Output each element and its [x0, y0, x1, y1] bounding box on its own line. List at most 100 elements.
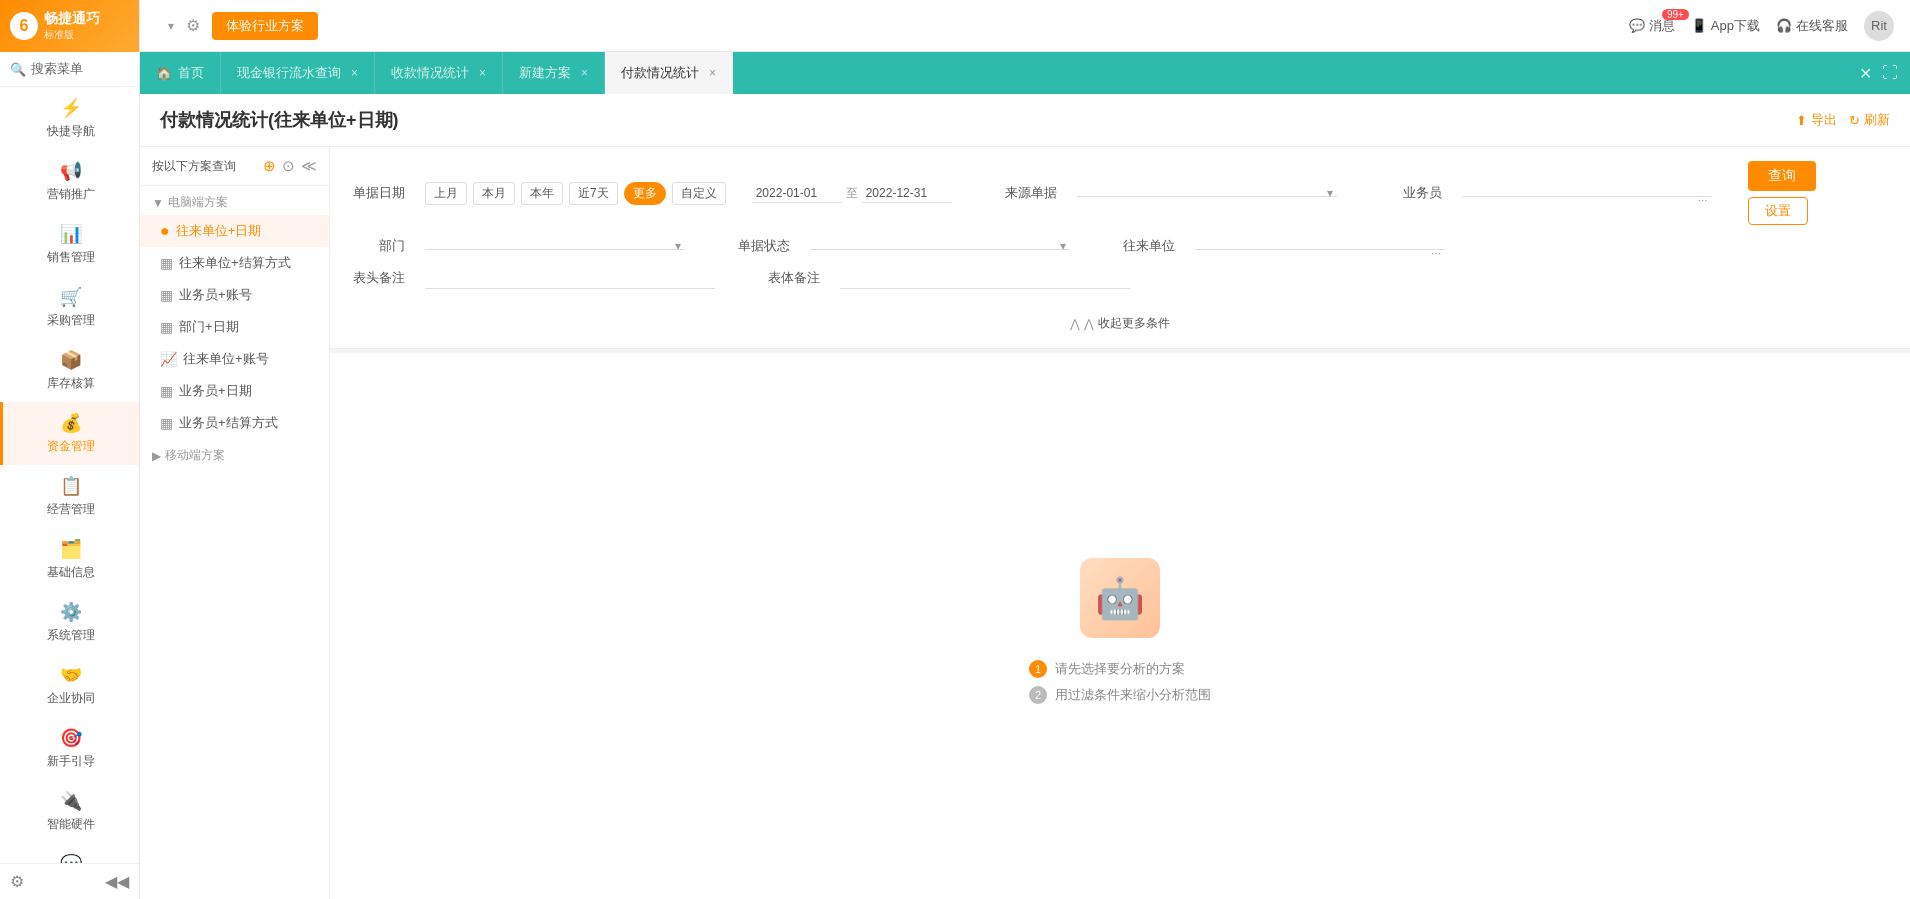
scheme-staff-account-label: 业务员+账号: [179, 286, 252, 304]
sidebar-item-basic-info[interactable]: 🗂️ 基础信息: [0, 528, 139, 591]
topbar-service[interactable]: 🎧 在线客服: [1776, 17, 1848, 35]
query-settings-wrap: 查询 设置: [1748, 161, 1828, 225]
date-btn-custom[interactable]: 自定义: [672, 182, 726, 205]
scheme-desktop-group[interactable]: ▼ 电脑端方案: [140, 186, 329, 215]
source-select[interactable]: ▾: [1077, 190, 1337, 197]
topbar-app[interactable]: 📱 App下载: [1691, 17, 1760, 35]
dept-select[interactable]: ▾: [425, 243, 685, 250]
query-button[interactable]: 查询: [1748, 161, 1816, 191]
tab-home-label: 首页: [178, 64, 204, 82]
scheme-item-unit-account[interactable]: 📈 往来单位+账号: [140, 343, 329, 375]
tab-payment-stats-close[interactable]: ×: [709, 66, 716, 80]
sidebar-item-inventory[interactable]: 📦 库存核算: [0, 339, 139, 402]
sidebar-item-enterprise[interactable]: 🤝 企业协同: [0, 654, 139, 717]
tab-receipt-stats[interactable]: 收款情况统计 ×: [375, 52, 503, 94]
empty-tip-2: 2 用过滤条件来缩小分析范围: [1029, 686, 1211, 704]
date-label: 单据日期: [350, 184, 405, 202]
staff-dots[interactable]: ···: [1698, 193, 1708, 207]
scheme-desktop-label: 电脑端方案: [168, 194, 228, 211]
scheme-staff-date-label: 业务员+日期: [179, 382, 252, 400]
export-button[interactable]: ⬆ 导出: [1796, 111, 1837, 129]
date-btn-this-month[interactable]: 本月: [473, 182, 515, 205]
date-input-range: 至: [752, 184, 952, 203]
scheme-item-staff-settlement[interactable]: ▦ 业务员+结算方式: [140, 407, 329, 439]
date-end-input[interactable]: [862, 184, 952, 203]
table-header-note-input[interactable]: [425, 267, 715, 289]
scheme-item-unit-date[interactable]: ● 往来单位+日期: [140, 215, 329, 247]
scheme-add-icon[interactable]: ⊕: [263, 157, 276, 175]
inventory-icon: 📦: [60, 349, 82, 371]
date-btn-last-month[interactable]: 上月: [425, 182, 467, 205]
filter-form: 单据日期 上月 本月 本年 近7天 更多 自定义 至: [330, 147, 1910, 349]
tab-receipt-stats-close[interactable]: ×: [479, 66, 486, 80]
avatar-initials: Rit: [1871, 18, 1887, 33]
sidebar-item-guide[interactable]: 🎯 新手引导: [0, 717, 139, 780]
logo-icon: 6: [10, 12, 38, 40]
collapse-button[interactable]: ⋀ ⋀ 收起更多条件: [1054, 309, 1185, 338]
scheme-settings-icon[interactable]: ⊙: [282, 157, 295, 175]
filter-area: 单据日期 上月 本月 本年 近7天 更多 自定义 至: [330, 147, 1910, 899]
sidebar-item-marketing[interactable]: 📢 营销推广: [0, 150, 139, 213]
sidebar-item-system[interactable]: ⚙️ 系统管理: [0, 591, 139, 654]
scheme-item-staff-date[interactable]: ▦ 业务员+日期: [140, 375, 329, 407]
tip-num-1: 1: [1029, 660, 1047, 678]
sidebar-bottom: ⚙ ◀◀: [0, 863, 139, 899]
tab-new-plan-close[interactable]: ×: [581, 66, 588, 80]
sidebar-settings-icon[interactable]: ⚙: [10, 872, 24, 891]
tab-bank-flow-close[interactable]: ×: [351, 66, 358, 80]
partner-label: 往来单位: [1120, 237, 1175, 255]
partner-dots[interactable]: ···: [1431, 246, 1441, 260]
scheme-icon-6: ▦: [160, 383, 173, 399]
main-area: ▾ ⚙ 体验行业方案 💬 消息 99+ 📱 App下载 🎧 在线客服 Rit: [140, 0, 1910, 899]
scheme-item-staff-account[interactable]: ▦ 业务员+账号: [140, 279, 329, 311]
tabbar-close-icon[interactable]: ✕: [1859, 64, 1872, 83]
tabbar-expand-icon[interactable]: ⛶: [1882, 64, 1898, 82]
table-body-note-input[interactable]: [840, 267, 1130, 289]
sidebar-item-wechat[interactable]: 💬 企业微信: [0, 843, 139, 863]
msg-badge: 99+: [1662, 9, 1689, 20]
scheme-mobile-group[interactable]: ▶ 移动端方案: [140, 439, 329, 468]
sidebar-item-hardware[interactable]: 🔌 智能硬件: [0, 780, 139, 843]
refresh-button[interactable]: ↻ 刷新: [1849, 111, 1890, 129]
date-btn-7days[interactable]: 近7天: [569, 182, 618, 205]
tab-payment-stats[interactable]: 付款情况统计 ×: [605, 52, 733, 94]
search-menu[interactable]: 🔍 搜索菜单: [0, 52, 139, 87]
doc-status-select[interactable]: ▾: [810, 243, 1070, 250]
app-icon: 📱: [1691, 18, 1707, 33]
sidebar-item-purchase[interactable]: 🛒 采购管理: [0, 276, 139, 339]
topbar-dropdown-icon[interactable]: ▾: [168, 19, 174, 33]
date-btn-this-year[interactable]: 本年: [521, 182, 563, 205]
scheme-staff-settlement-label: 业务员+结算方式: [179, 414, 278, 432]
scheme-item-unit-settlement[interactable]: ▦ 往来单位+结算方式: [140, 247, 329, 279]
sidebar-item-sales[interactable]: 📊 销售管理: [0, 213, 139, 276]
scheme-icon-4: ▦: [160, 319, 173, 335]
tab-bank-flow[interactable]: 现金银行流水查询 ×: [221, 52, 375, 94]
topbar-msg[interactable]: 💬 消息 99+: [1629, 17, 1675, 35]
trial-button[interactable]: 体验行业方案: [212, 12, 318, 40]
sidebar-item-quick-nav[interactable]: ⚡ 快捷导航: [0, 87, 139, 150]
user-avatar[interactable]: Rit: [1864, 11, 1894, 41]
scheme-collapse-icon[interactable]: ≪: [301, 157, 317, 175]
empty-tip-1: 1 请先选择要分析的方案: [1029, 660, 1185, 678]
scheme-panel-actions: ⊕ ⊙ ≪: [263, 157, 317, 175]
scheme-item-dept-date[interactable]: ▦ 部门+日期: [140, 311, 329, 343]
sidebar: 6 畅捷通巧 标准版 🔍 搜索菜单 ⚡ 快捷导航 📢 营销推广 📊 销售管理 🛒…: [0, 0, 140, 899]
date-start-input[interactable]: [752, 184, 842, 203]
settings-button[interactable]: 设置: [1748, 197, 1808, 225]
filter-row-3: 表头备注 表体备注: [350, 267, 1890, 289]
sidebar-label-hardware: 智能硬件: [47, 816, 95, 833]
doc-status-arrow: ▾: [1060, 239, 1066, 253]
tab-home[interactable]: 🏠 首页: [140, 52, 221, 94]
marketing-icon: 📢: [60, 160, 82, 182]
source-select-arrow: ▾: [1327, 186, 1333, 200]
date-btn-more[interactable]: 更多: [624, 182, 666, 205]
topbar-settings-icon[interactable]: ⚙: [186, 16, 200, 35]
sidebar-collapse-icon[interactable]: ◀◀: [105, 872, 129, 891]
basic-info-icon: 🗂️: [60, 538, 82, 560]
empty-tips: 1 请先选择要分析的方案 2 用过滤条件来缩小分析范围: [1029, 660, 1211, 704]
sidebar-item-operations[interactable]: 📋 经营管理: [0, 465, 139, 528]
tip-text-1: 请先选择要分析的方案: [1055, 660, 1185, 678]
sidebar-subtitle: 标准版: [44, 28, 100, 42]
tab-new-plan[interactable]: 新建方案 ×: [503, 52, 605, 94]
sidebar-item-funds[interactable]: 💰 资金管理: [0, 402, 139, 465]
